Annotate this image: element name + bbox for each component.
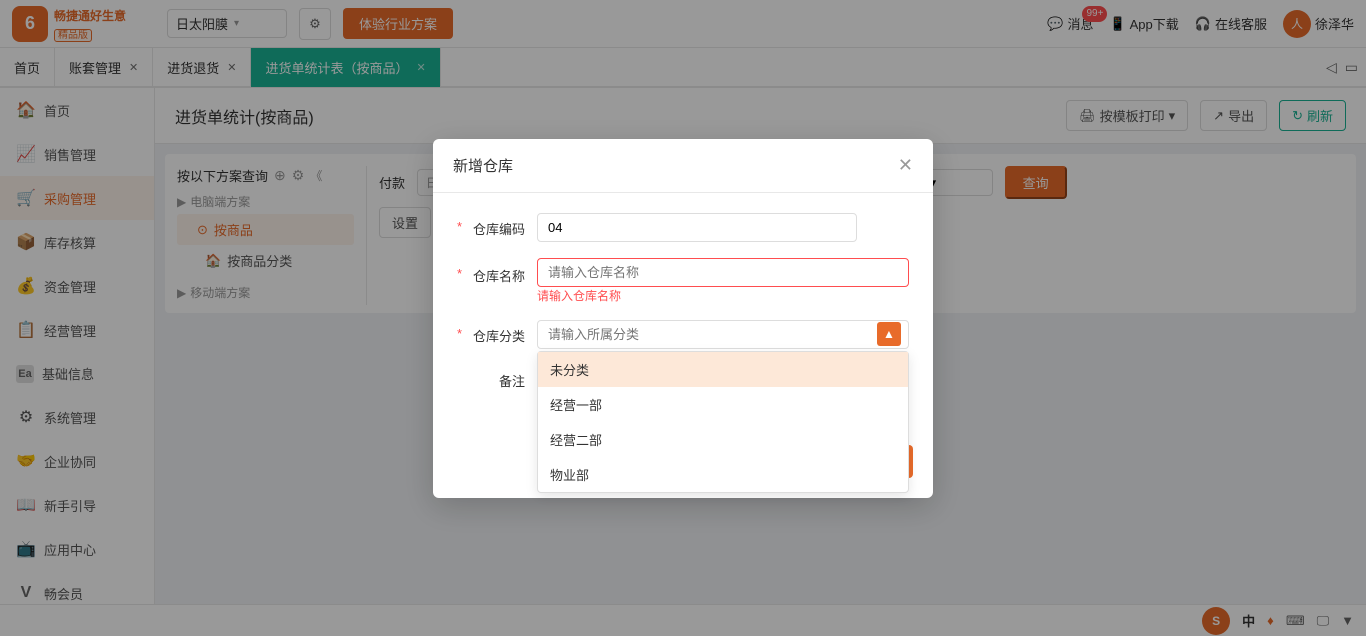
modal-close-btn[interactable]: ✕ [898, 156, 913, 174]
category-toggle-btn[interactable]: ▲ [877, 322, 901, 346]
modal-title: 新增仓库 [453, 155, 513, 176]
form-row-category: 仓库分类 ▲ 未分类 经营一部 经营二部 物业部 [457, 320, 909, 349]
modal-overlay[interactable]: 新增仓库 ✕ 仓库编码 仓库名称 请输入仓库名称 [0, 0, 1366, 636]
dropdown-item-1[interactable]: 经营一部 [538, 387, 908, 422]
form-row-name: 仓库名称 请输入仓库名称 [457, 258, 909, 304]
name-label: 仓库名称 [457, 260, 537, 285]
modal-header: 新增仓库 ✕ [433, 139, 933, 193]
category-input-wrap: ▲ 未分类 经营一部 经营二部 物业部 [537, 320, 909, 349]
dropdown-item-3[interactable]: 物业部 [538, 457, 908, 492]
category-label: 仓库分类 [457, 320, 537, 345]
category-input[interactable] [537, 320, 909, 349]
code-label: 仓库编码 [457, 213, 537, 238]
code-input[interactable] [537, 213, 857, 242]
dropdown-item-0[interactable]: 未分类 [538, 352, 908, 387]
dropdown-item-2[interactable]: 经营二部 [538, 422, 908, 457]
add-warehouse-modal: 新增仓库 ✕ 仓库编码 仓库名称 请输入仓库名称 [433, 139, 933, 498]
name-error-msg: 请输入仓库名称 [537, 289, 621, 303]
name-input[interactable] [537, 258, 909, 287]
notes-label: 备注 [457, 365, 537, 390]
chevron-up-icon: ▲ [883, 327, 895, 341]
category-dropdown: 未分类 经营一部 经营二部 物业部 [537, 351, 909, 493]
form-row-code: 仓库编码 [457, 213, 909, 242]
modal-body: 仓库编码 仓库名称 请输入仓库名称 仓库分类 [433, 193, 933, 435]
